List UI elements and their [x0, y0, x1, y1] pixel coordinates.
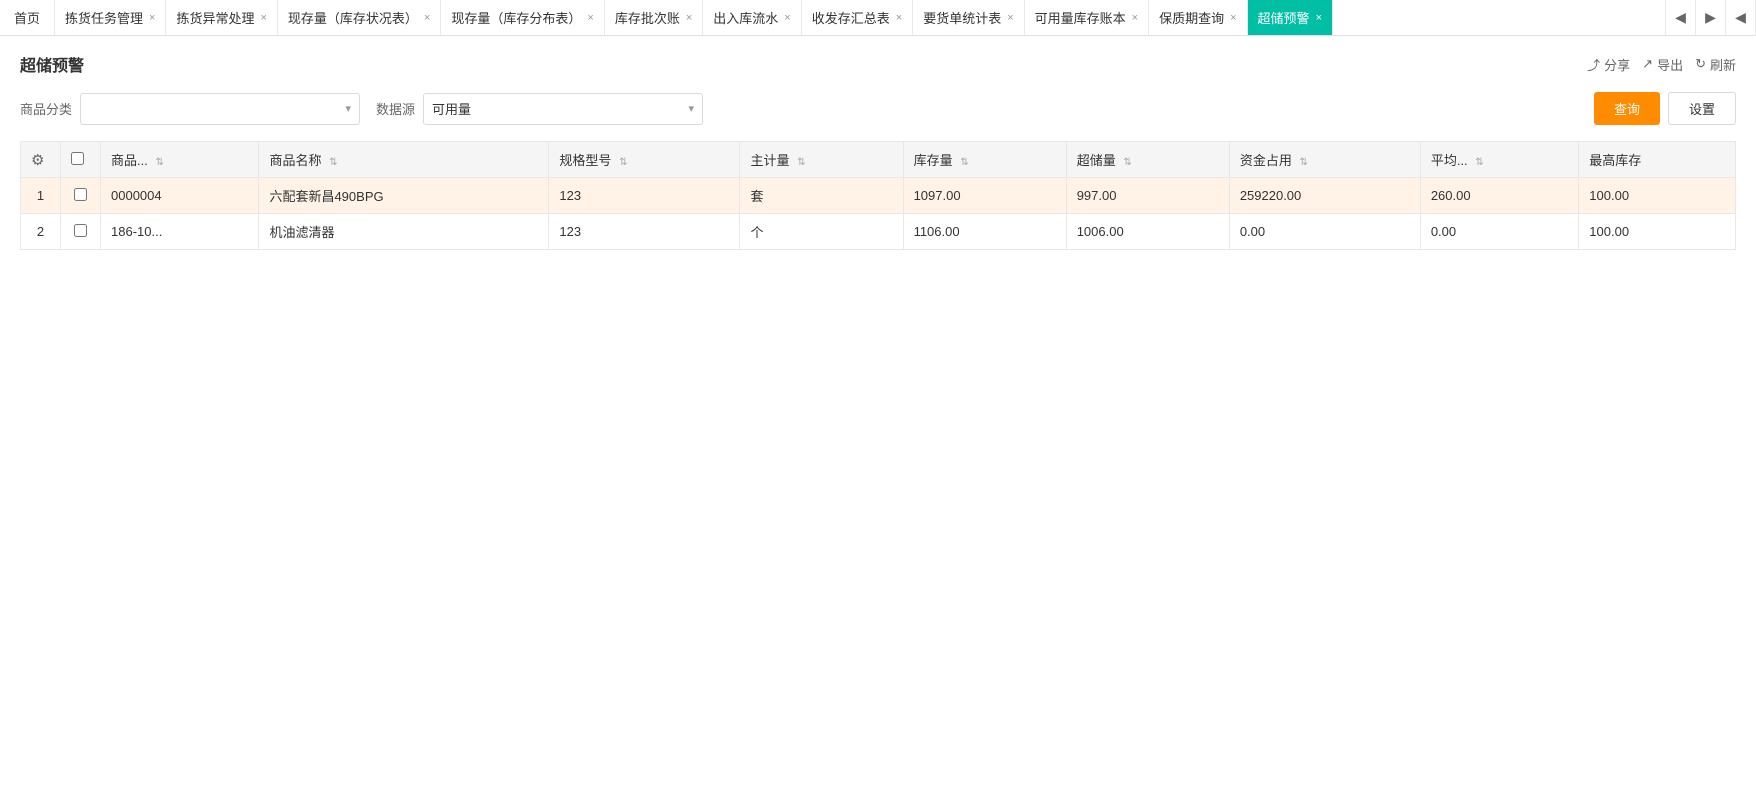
- top-navigation: 首页 拣货任务管理 × 拣货异常处理 × 现存量（库存状况表） × 现存量（库存…: [0, 0, 1756, 36]
- export-button[interactable]: ↗ 导出: [1642, 55, 1683, 74]
- data-table: ⚙ 商品... ⇅ 商品名称 ⇅ 规格型号 ⇅ 主计量: [20, 141, 1736, 250]
- nav-tab-4[interactable]: 库存批次账 ×: [605, 0, 703, 35]
- close-tab-1[interactable]: ×: [260, 12, 266, 24]
- filter-bar: 商品分类 ▾ 数据源 可用量 ▾ 查询 设置: [20, 92, 1736, 125]
- row-unit-1: 个: [740, 214, 903, 250]
- gear-icon[interactable]: ⚙: [31, 152, 44, 169]
- close-tab-10[interactable]: ×: [1316, 12, 1322, 24]
- header-spec[interactable]: 规格型号 ⇅: [549, 142, 740, 178]
- row-spec-1: 123: [549, 214, 740, 250]
- nav-tab-6[interactable]: 收发存汇总表 ×: [802, 0, 913, 35]
- table-header-row: ⚙ 商品... ⇅ 商品名称 ⇅ 规格型号 ⇅ 主计量: [21, 142, 1736, 178]
- row-max-stock-1: 100.00: [1579, 214, 1736, 250]
- nav-tab-9[interactable]: 保质期查询 ×: [1149, 0, 1247, 35]
- select-all-checkbox[interactable]: [71, 152, 84, 165]
- row-checkbox-0[interactable]: [61, 178, 101, 214]
- share-button[interactable]: ⤴ 分享: [1587, 55, 1630, 74]
- close-tab-4[interactable]: ×: [686, 12, 692, 24]
- product-category-label: 商品分类: [20, 99, 72, 118]
- refresh-button[interactable]: ↻ 刷新: [1695, 55, 1736, 74]
- filter-actions: 查询 设置: [1594, 92, 1736, 125]
- row-product-name-1: 机油滤清器: [259, 214, 549, 250]
- nav-tab-7[interactable]: 要货单统计表 ×: [913, 0, 1024, 35]
- header-settings-gear[interactable]: ⚙: [21, 142, 61, 178]
- close-tab-7[interactable]: ×: [1007, 12, 1013, 24]
- nav-arrow-left[interactable]: ◀: [1666, 0, 1696, 36]
- header-product-name[interactable]: 商品名称 ⇅: [259, 142, 549, 178]
- row-num-0: 1: [21, 178, 61, 214]
- close-tab-8[interactable]: ×: [1132, 12, 1138, 24]
- row-capital-1: 0.00: [1229, 214, 1420, 250]
- sort-capital-icon: ⇅: [1299, 157, 1307, 168]
- sort-stock-icon: ⇅: [960, 157, 968, 168]
- row-stock-1: 1106.00: [903, 214, 1066, 250]
- export-icon: ↗: [1642, 56, 1653, 72]
- close-tab-3[interactable]: ×: [587, 12, 593, 24]
- nav-tab-0[interactable]: 拣货任务管理 ×: [55, 0, 166, 35]
- data-source-chevron: ▾: [689, 102, 695, 115]
- sort-avg-icon: ⇅: [1475, 157, 1483, 168]
- row-capital-0: 259220.00: [1229, 178, 1420, 214]
- product-category-select[interactable]: ▾: [80, 93, 360, 125]
- product-category-filter: 商品分类 ▾: [20, 93, 360, 125]
- row-avg-1: 0.00: [1420, 214, 1578, 250]
- table-row: 2 186-10... 机油滤清器 123 个 1106.00 1006.00 …: [21, 214, 1736, 250]
- data-source-value: 可用量: [432, 99, 471, 118]
- row-unit-0: 套: [740, 178, 903, 214]
- page-header: 超储预警 ⤴ 分享 ↗ 导出 ↻ 刷新: [20, 52, 1736, 76]
- data-source-filter: 数据源 可用量 ▾: [376, 93, 703, 125]
- nav-tab-8[interactable]: 可用量库存账本 ×: [1025, 0, 1149, 35]
- header-avg[interactable]: 平均... ⇅: [1420, 142, 1578, 178]
- header-stock[interactable]: 库存量 ⇅: [903, 142, 1066, 178]
- nav-tab-10[interactable]: 超储预警 ×: [1248, 0, 1333, 35]
- row-product-name-0: 六配套新昌490BPG: [259, 178, 549, 214]
- header-checkbox-col: [61, 142, 101, 178]
- close-tab-9[interactable]: ×: [1230, 12, 1236, 24]
- sort-unit-icon: ⇅: [797, 157, 805, 168]
- sort-spec-icon: ⇅: [619, 157, 627, 168]
- close-tab-5[interactable]: ×: [784, 12, 790, 24]
- product-category-chevron: ▾: [345, 102, 351, 115]
- row-spec-0: 123: [549, 178, 740, 214]
- nav-tab-5[interactable]: 出入库流水 ×: [703, 0, 801, 35]
- row-avg-0: 260.00: [1420, 178, 1578, 214]
- row-max-stock-0: 100.00: [1579, 178, 1736, 214]
- header-max-stock[interactable]: 最高库存: [1579, 142, 1736, 178]
- row-num-1: 2: [21, 214, 61, 250]
- row-overstock-0: 997.00: [1066, 178, 1229, 214]
- nav-arrow-collapse[interactable]: ◀: [1726, 0, 1756, 36]
- close-tab-2[interactable]: ×: [424, 12, 430, 24]
- header-overstock[interactable]: 超储量 ⇅: [1066, 142, 1229, 178]
- close-tab-6[interactable]: ×: [896, 12, 902, 24]
- row-checkbox-1[interactable]: [61, 214, 101, 250]
- sort-product-name-icon: ⇅: [329, 157, 337, 168]
- nav-tab-3[interactable]: 现存量（库存分布表） ×: [441, 0, 604, 35]
- row-product-code-0: 0000004: [101, 178, 259, 214]
- data-source-label: 数据源: [376, 99, 415, 118]
- page-title: 超储预警: [20, 52, 84, 76]
- close-tab-0[interactable]: ×: [149, 12, 155, 24]
- page-content: 超储预警 ⤴ 分享 ↗ 导出 ↻ 刷新 商品分类 ▾ 数据源: [0, 36, 1756, 800]
- sort-product-code-icon: ⇅: [155, 157, 163, 168]
- nav-tab-2[interactable]: 现存量（库存状况表） ×: [278, 0, 441, 35]
- settings-button[interactable]: 设置: [1668, 92, 1736, 125]
- header-capital[interactable]: 资金占用 ⇅: [1229, 142, 1420, 178]
- nav-tab-1[interactable]: 拣货异常处理 ×: [166, 0, 277, 35]
- header-actions: ⤴ 分享 ↗ 导出 ↻ 刷新: [1587, 55, 1736, 74]
- header-unit[interactable]: 主计量 ⇅: [740, 142, 903, 178]
- row-stock-0: 1097.00: [903, 178, 1066, 214]
- share-icon: ⤴: [1587, 55, 1600, 74]
- header-product-code[interactable]: 商品... ⇅: [101, 142, 259, 178]
- row-product-code-1: 186-10...: [101, 214, 259, 250]
- nav-home[interactable]: 首页: [0, 0, 55, 35]
- row-overstock-1: 1006.00: [1066, 214, 1229, 250]
- nav-arrow-right[interactable]: ▶: [1696, 0, 1726, 36]
- data-source-select[interactable]: 可用量 ▾: [423, 93, 703, 125]
- query-button[interactable]: 查询: [1594, 92, 1660, 125]
- sort-overstock-icon: ⇅: [1123, 157, 1131, 168]
- table-row: 1 0000004 六配套新昌490BPG 123 套 1097.00 997.…: [21, 178, 1736, 214]
- nav-arrows: ◀ ▶ ◀: [1665, 0, 1756, 36]
- refresh-icon: ↻: [1695, 56, 1706, 72]
